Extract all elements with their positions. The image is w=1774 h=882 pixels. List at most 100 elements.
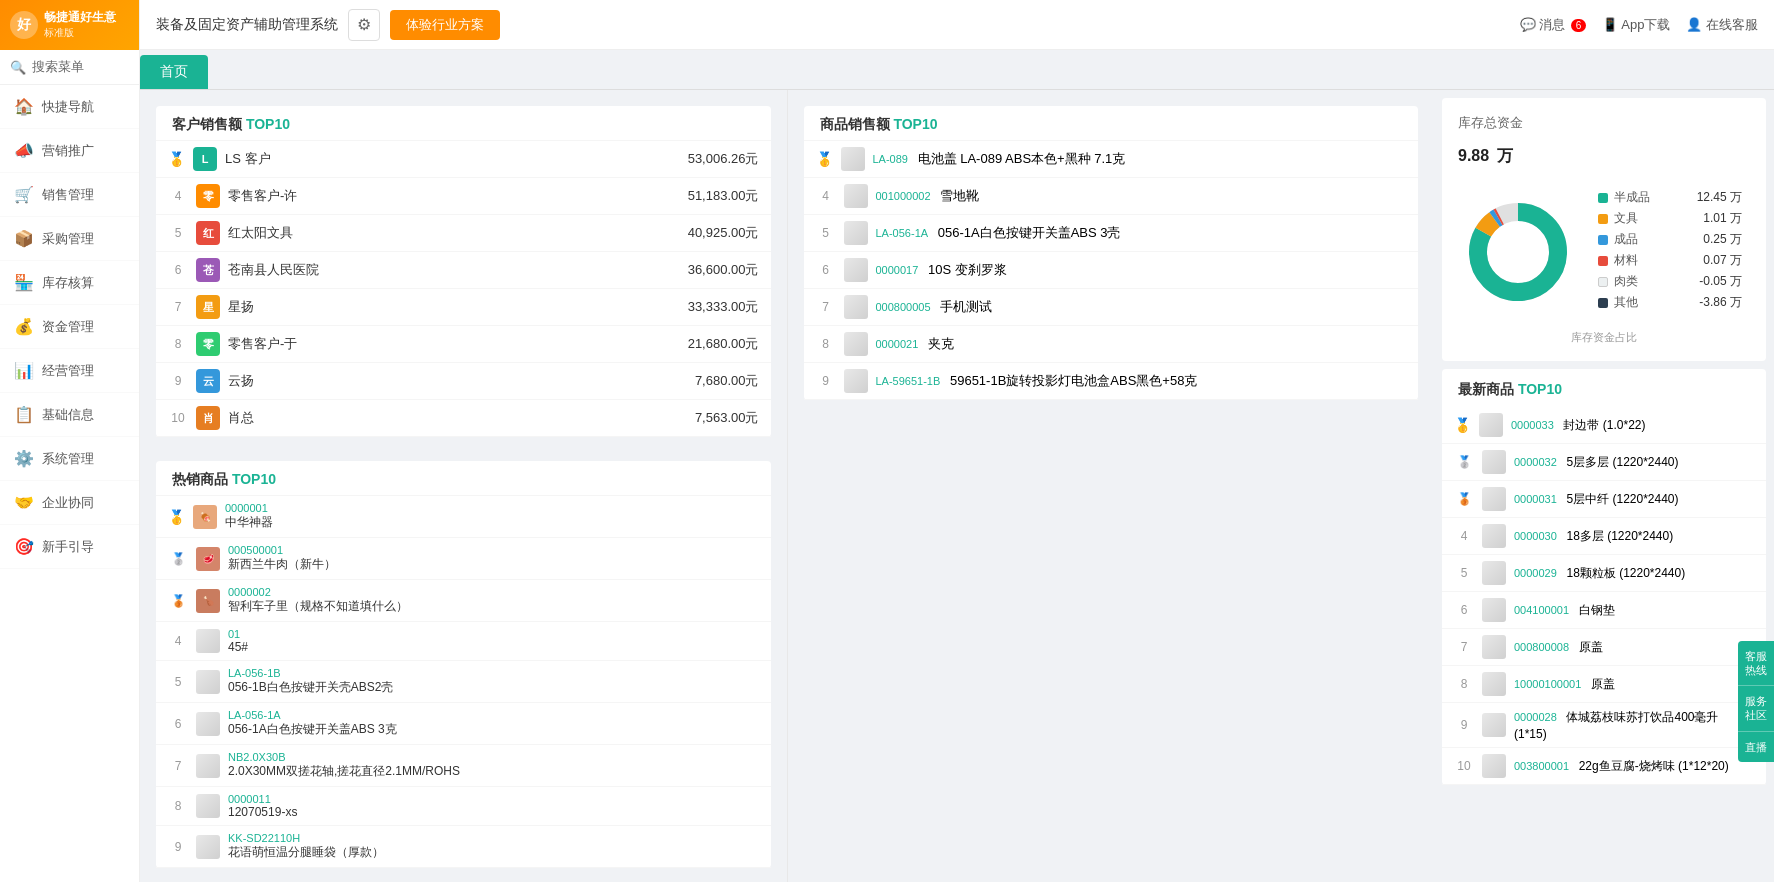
placeholder	[1482, 672, 1506, 696]
product-code: 001000002	[876, 190, 931, 202]
inventory-value: 9.88	[1458, 147, 1489, 164]
rank-num: 🥉	[168, 594, 188, 608]
rank-num: 8	[168, 337, 188, 351]
product-info: 000500001 新西兰牛肉（新牛）	[228, 544, 759, 573]
inventory-amount: 9.88 万	[1458, 136, 1523, 168]
list-item: 🥉 0000031 5层中纤 (1220*2440)	[1442, 481, 1766, 518]
inventory-subtitle: 库存资金占比	[1458, 330, 1750, 345]
table-row: 8 零 零售客户-于 21,680.00元	[156, 326, 771, 363]
list-item: 4 01 45#	[156, 622, 771, 661]
online-service-btn[interactable]: 👤 在线客服	[1686, 16, 1758, 34]
product-info: 0000017 10S 变刹罗浆	[876, 261, 1407, 279]
message-btn[interactable]: 💬 消息 6	[1520, 16, 1587, 34]
product-name: 10S 变刹罗浆	[928, 262, 1007, 277]
avatar: 星	[196, 295, 220, 319]
hot-products-panel: 热销商品 TOP10 🥇 🍖 0000001 中华神器	[156, 461, 771, 868]
search-menu-btn[interactable]: 🔍 搜索菜单	[0, 50, 139, 85]
list-item: 10 003800001 22g鱼豆腐-烧烤味 (1*12*20)	[1442, 748, 1766, 785]
product-info: 10000100001 原盖	[1514, 676, 1754, 693]
list-item: 6 0000017 10S 变刹罗浆	[804, 252, 1419, 289]
tab-home[interactable]: 首页	[140, 55, 208, 89]
customer-name: 零售客户-于	[228, 335, 680, 353]
placeholder	[1479, 413, 1503, 437]
placeholder	[196, 670, 220, 694]
sidebar-item-basics[interactable]: 📋 基础信息	[0, 393, 139, 437]
legend-label: 半成品	[1614, 189, 1697, 206]
trial-button[interactable]: 体验行业方案	[390, 10, 500, 40]
legend-row: 半成品 12.45 万	[1598, 189, 1742, 206]
sidebar-item-guide[interactable]: 🎯 新手引导	[0, 525, 139, 569]
customer-service-btn[interactable]: 客服热线	[1738, 641, 1774, 687]
sidebar-item-home[interactable]: 🏠 快捷导航	[0, 85, 139, 129]
product-info: 0000002 智利车子里（规格不知道填什么）	[228, 586, 759, 615]
sidebar-item-marketing[interactable]: 📣 营销推广	[0, 129, 139, 173]
product-code: LA-056-1A	[876, 227, 929, 239]
avatar: 云	[196, 369, 220, 393]
collab-icon: 🤝	[14, 493, 34, 512]
service-community-btn[interactable]: 服务社区	[1738, 686, 1774, 732]
product-code: 01	[228, 628, 759, 640]
product-code: LA-59651-1B	[876, 375, 941, 387]
customer-ranking-panel: 客户销售额 TOP10 🥇 L LS 客户 53,006.26元	[156, 106, 771, 437]
list-item: 9 0000028 体城荔枝味苏打饮品400毫升 (1*15)	[1442, 703, 1766, 748]
product-code: KK-SD22110H	[228, 832, 759, 844]
product-thumbnail	[844, 295, 868, 319]
sidebar-item-inventory[interactable]: 🏪 库存核算	[0, 261, 139, 305]
product-code: 10000100001	[1514, 678, 1581, 690]
placeholder	[1482, 713, 1506, 737]
customer-amount: 40,925.00元	[688, 224, 759, 242]
product-name: 18颗粒板 (1220*2440)	[1566, 566, 1685, 580]
product-thumbnail: 🥩	[196, 547, 220, 571]
legend-label: 肉类	[1614, 273, 1699, 290]
sidebar-label-2: 销售管理	[42, 186, 94, 204]
sidebar-item-sales[interactable]: 🛒 销售管理	[0, 173, 139, 217]
product-name: 原盖	[1579, 640, 1603, 654]
app-download-btn[interactable]: 📱 App下载	[1602, 16, 1670, 34]
placeholder	[196, 629, 220, 653]
product-code: 000800005	[876, 301, 931, 313]
product-name: 59651-1B旋转投影灯电池盒ABS黑色+58克	[950, 373, 1197, 388]
message-badge: 6	[1571, 19, 1587, 32]
sidebar-item-operations[interactable]: 📊 经营管理	[0, 349, 139, 393]
rank-num: 4	[816, 189, 836, 203]
placeholder	[844, 184, 868, 208]
list-item: 🥈 0000032 5层多层 (1220*2440)	[1442, 444, 1766, 481]
rank-num: 7	[1454, 640, 1474, 654]
sidebar: 好 畅捷通好生意 标准版 🔍 搜索菜单 🏠 快捷导航 📣 营销推广 🛒 销售管理…	[0, 0, 140, 882]
sidebar-item-collab[interactable]: 🤝 企业协同	[0, 481, 139, 525]
product-name: 智利车子里（规格不知道填什么）	[228, 598, 759, 615]
system-icon: ⚙️	[14, 449, 34, 468]
product-sales-header: 商品销售额 TOP10	[804, 106, 1419, 141]
customer-amount: 51,183.00元	[688, 187, 759, 205]
product-info: LA-089 电池盖 LA-089 ABS本色+黑种 7.1克	[873, 150, 1407, 168]
sidebar-label-3: 采购管理	[42, 230, 94, 248]
settings-button[interactable]: ⚙	[348, 9, 380, 41]
rank-num: 7	[168, 759, 188, 773]
sidebar-item-finance[interactable]: 💰 资金管理	[0, 305, 139, 349]
product-thumbnail	[196, 754, 220, 778]
list-item: 7 000800008 原盖	[1442, 629, 1766, 666]
product-code: 000800008	[1514, 641, 1569, 653]
rank-medal: 🥇	[816, 151, 833, 167]
product-name: 中华神器	[225, 514, 759, 531]
rank-num: 9	[816, 374, 836, 388]
live-broadcast-btn[interactable]: 直播	[1738, 732, 1774, 762]
sidebar-item-purchase[interactable]: 📦 采购管理	[0, 217, 139, 261]
product-code: LA-056-1B	[228, 667, 759, 679]
purchase-icon: 📦	[14, 229, 34, 248]
customer-name: 红太阳文具	[228, 224, 680, 242]
product-info: LA-056-1A 056-1A白色按键开关盖ABS 3克	[228, 709, 759, 738]
placeholder	[844, 258, 868, 282]
legend-value: -0.05 万	[1699, 273, 1742, 290]
product-name: 新西兰牛肉（新牛）	[228, 556, 759, 573]
sidebar-item-system[interactable]: ⚙️ 系统管理	[0, 437, 139, 481]
placeholder	[844, 221, 868, 245]
rank-num: 5	[1454, 566, 1474, 580]
rank-num: 7	[168, 300, 188, 314]
hot-products-list: 🥇 🍖 0000001 中华神器 🥈	[156, 496, 771, 868]
legend-dot	[1598, 214, 1608, 224]
customer-amount: 21,680.00元	[688, 335, 759, 353]
product-info: LA-59651-1B 59651-1B旋转投影灯电池盒ABS黑色+58克	[876, 372, 1407, 390]
legend-row: 肉类 -0.05 万	[1598, 273, 1742, 290]
list-item: 5 LA-056-1A 056-1A白色按键开关盖ABS 3壳	[804, 215, 1419, 252]
